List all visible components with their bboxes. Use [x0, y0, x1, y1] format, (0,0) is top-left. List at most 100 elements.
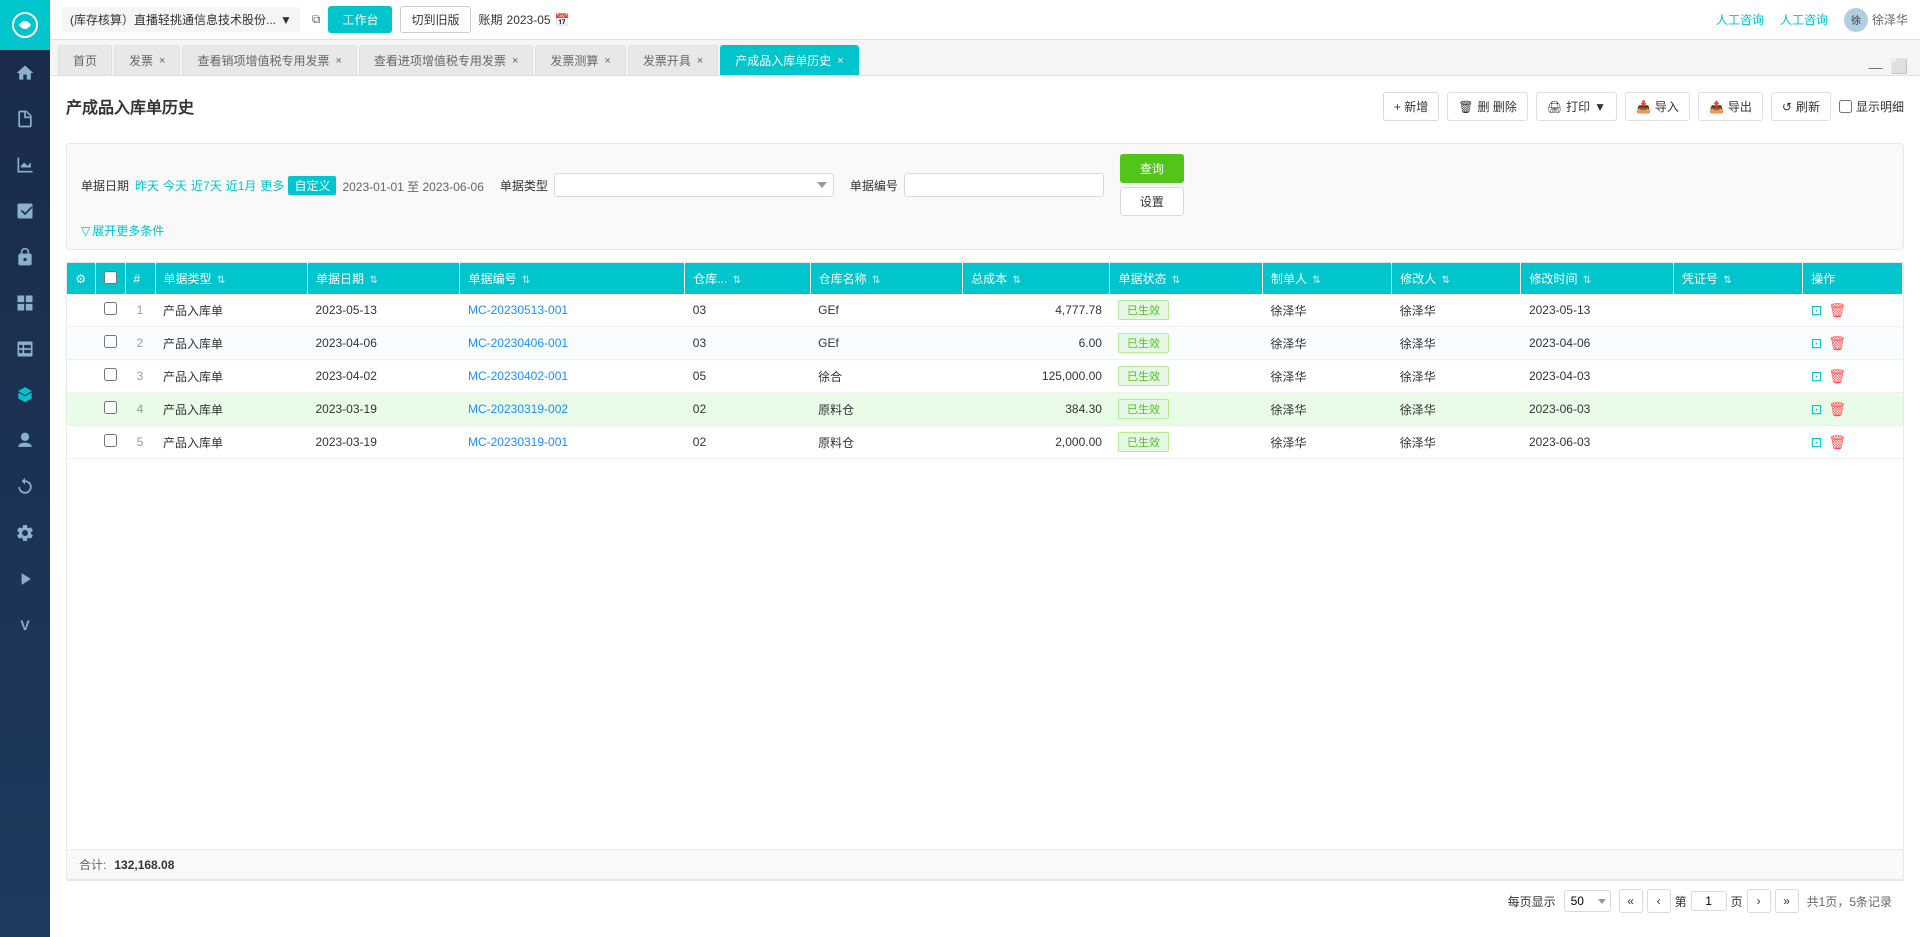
print-button[interactable]: 🖨 打印 ▼	[1536, 92, 1617, 121]
tab-invoice-issue[interactable]: 发票开具 ×	[628, 45, 718, 75]
row-checkbox-3[interactable]	[95, 393, 125, 426]
row-code-link-2[interactable]: MC-20230402-001	[468, 369, 568, 383]
show-detail-toggle[interactable]: 显示明细	[1839, 98, 1904, 115]
sidebar-item-table[interactable]	[0, 326, 50, 372]
col-warehouse-code[interactable]: 仓库... ⇅	[685, 263, 810, 294]
sidebar-item-user[interactable]	[0, 418, 50, 464]
import-button[interactable]: 📥 导入	[1625, 92, 1690, 121]
sidebar-item-refresh[interactable]	[0, 464, 50, 510]
row-code-2[interactable]: MC-20230402-001	[460, 360, 685, 393]
sort-mtime-icon[interactable]: ⇅	[1583, 275, 1591, 286]
date-7days[interactable]: 近7天	[191, 177, 222, 194]
sidebar-item-settings[interactable]	[0, 510, 50, 556]
col-modifier[interactable]: 修改人 ⇅	[1392, 263, 1521, 294]
col-type[interactable]: 单据类型 ⇅	[155, 263, 307, 294]
calendar-icon[interactable]: 📅	[555, 13, 570, 27]
help-label-text[interactable]: 人工咨询	[1780, 11, 1828, 28]
sidebar-item-v[interactable]: V	[0, 602, 50, 648]
next-page-button[interactable]: ›	[1747, 889, 1771, 913]
row-code-0[interactable]: MC-20230513-001	[460, 294, 685, 327]
row-code-4[interactable]: MC-20230319-001	[460, 426, 685, 459]
col-creator[interactable]: 制单人 ⇅	[1262, 263, 1391, 294]
date-1month[interactable]: 近1月	[226, 177, 257, 194]
row-checkbox-4[interactable]	[95, 426, 125, 459]
number-filter-input[interactable]	[904, 173, 1104, 197]
switch-version-button[interactable]: 切到旧版	[400, 6, 470, 33]
type-filter-select[interactable]	[554, 173, 834, 197]
tab-invoice-calc-close[interactable]: ×	[604, 55, 610, 67]
sort-wcode-icon[interactable]: ⇅	[733, 275, 741, 286]
col-settings[interactable]: ⚙	[67, 263, 95, 294]
select-all-checkbox[interactable]	[104, 271, 117, 284]
prev-page-button[interactable]: ‹	[1647, 889, 1671, 913]
minimize-button[interactable]: —	[1869, 59, 1883, 75]
row-code-link-0[interactable]: MC-20230513-001	[468, 303, 568, 317]
sort-status-icon[interactable]: ⇅	[1172, 275, 1180, 286]
row-delete-icon-1[interactable]: 🗑	[1828, 335, 1846, 352]
col-status[interactable]: 单据状态 ⇅	[1110, 263, 1262, 294]
row-checkbox-0[interactable]	[95, 294, 125, 327]
sidebar-item-analytics[interactable]	[0, 188, 50, 234]
row-checkbox-1[interactable]	[95, 327, 125, 360]
row-code-1[interactable]: MC-20230406-001	[460, 327, 685, 360]
company-selector[interactable]: (库存核算）直播轻挑通信息技术股份... ▼	[62, 7, 300, 32]
sort-modifier-icon[interactable]: ⇅	[1442, 275, 1450, 286]
row-edit-icon-4[interactable]: ⊡	[1811, 434, 1823, 451]
tab-home[interactable]: 首页	[58, 45, 112, 75]
sort-voucher-icon[interactable]: ⇅	[1723, 275, 1731, 286]
tab-invoice-issue-close[interactable]: ×	[697, 55, 703, 67]
tab-invoice-calc[interactable]: 发票测算 ×	[535, 45, 625, 75]
col-warehouse-name[interactable]: 仓库名称 ⇅	[810, 263, 962, 294]
per-page-select[interactable]: 50 20 100	[1564, 890, 1611, 912]
sort-cost-icon[interactable]: ⇅	[1012, 275, 1020, 286]
col-checkbox[interactable]	[95, 263, 125, 294]
sort-creator-icon[interactable]: ⇅	[1312, 275, 1320, 286]
sidebar-item-document[interactable]	[0, 96, 50, 142]
refresh-button[interactable]: ↺ 刷新	[1771, 92, 1831, 121]
row-check-3[interactable]	[104, 401, 117, 414]
col-total-cost[interactable]: 总成本 ⇅	[963, 263, 1110, 294]
date-more[interactable]: 更多	[260, 177, 284, 194]
row-delete-icon-2[interactable]: 🗑	[1828, 368, 1846, 385]
sort-wname-icon[interactable]: ⇅	[872, 275, 880, 286]
row-check-1[interactable]	[104, 335, 117, 348]
tab-product-inbound-close[interactable]: ×	[837, 55, 843, 67]
last-page-button[interactable]: »	[1775, 889, 1799, 913]
row-code-3[interactable]: MC-20230319-002	[460, 393, 685, 426]
row-edit-icon-1[interactable]: ⊡	[1811, 335, 1823, 352]
row-code-link-4[interactable]: MC-20230319-001	[468, 435, 568, 449]
row-delete-icon-0[interactable]: 🗑	[1828, 302, 1846, 319]
first-page-button[interactable]: «	[1619, 889, 1643, 913]
sort-code-icon[interactable]: ⇅	[522, 275, 530, 286]
page-input[interactable]	[1691, 891, 1727, 911]
sidebar-item-warehouse[interactable]	[0, 372, 50, 418]
user-menu[interactable]: 徐 徐泽华	[1844, 8, 1908, 32]
delete-button[interactable]: 🗑 删 删除	[1447, 92, 1528, 121]
query-button[interactable]: 查询	[1120, 154, 1184, 183]
sidebar-item-chart[interactable]	[0, 142, 50, 188]
col-voucher[interactable]: 凭证号 ⇅	[1673, 263, 1802, 294]
copy-icon[interactable]: ⧉	[312, 12, 321, 27]
new-button[interactable]: + 新增	[1383, 92, 1439, 121]
sidebar-item-grid[interactable]	[0, 280, 50, 326]
row-code-link-1[interactable]: MC-20230406-001	[468, 336, 568, 350]
date-today[interactable]: 今天	[163, 177, 187, 194]
sidebar-item-play[interactable]	[0, 556, 50, 602]
sidebar-item-home[interactable]	[0, 50, 50, 96]
col-date[interactable]: 单据日期 ⇅	[307, 263, 459, 294]
tab-view-purchase-vat[interactable]: 查看进项增值税专用发票 ×	[359, 45, 533, 75]
row-check-2[interactable]	[104, 368, 117, 381]
workbench-button[interactable]: 工作台	[328, 6, 392, 33]
tab-invoice-close[interactable]: ×	[159, 55, 165, 67]
col-modify-time[interactable]: 修改时间 ⇅	[1521, 263, 1673, 294]
expand-filter-button[interactable]: ▽ 展开更多条件	[81, 222, 1889, 239]
help-link[interactable]: 人工咨询	[1716, 11, 1764, 28]
date-custom[interactable]: 自定义	[288, 176, 336, 195]
tab-product-inbound[interactable]: 产成品入库单历史 ×	[720, 45, 858, 75]
date-yesterday[interactable]: 昨天	[135, 177, 159, 194]
tab-invoice[interactable]: 发票 ×	[114, 45, 180, 75]
row-checkbox-2[interactable]	[95, 360, 125, 393]
maximize-button[interactable]: ⬜	[1891, 58, 1908, 75]
tab-view-sales-vat[interactable]: 查看销项增值税专用发票 ×	[182, 45, 356, 75]
row-edit-icon-2[interactable]: ⊡	[1811, 368, 1823, 385]
